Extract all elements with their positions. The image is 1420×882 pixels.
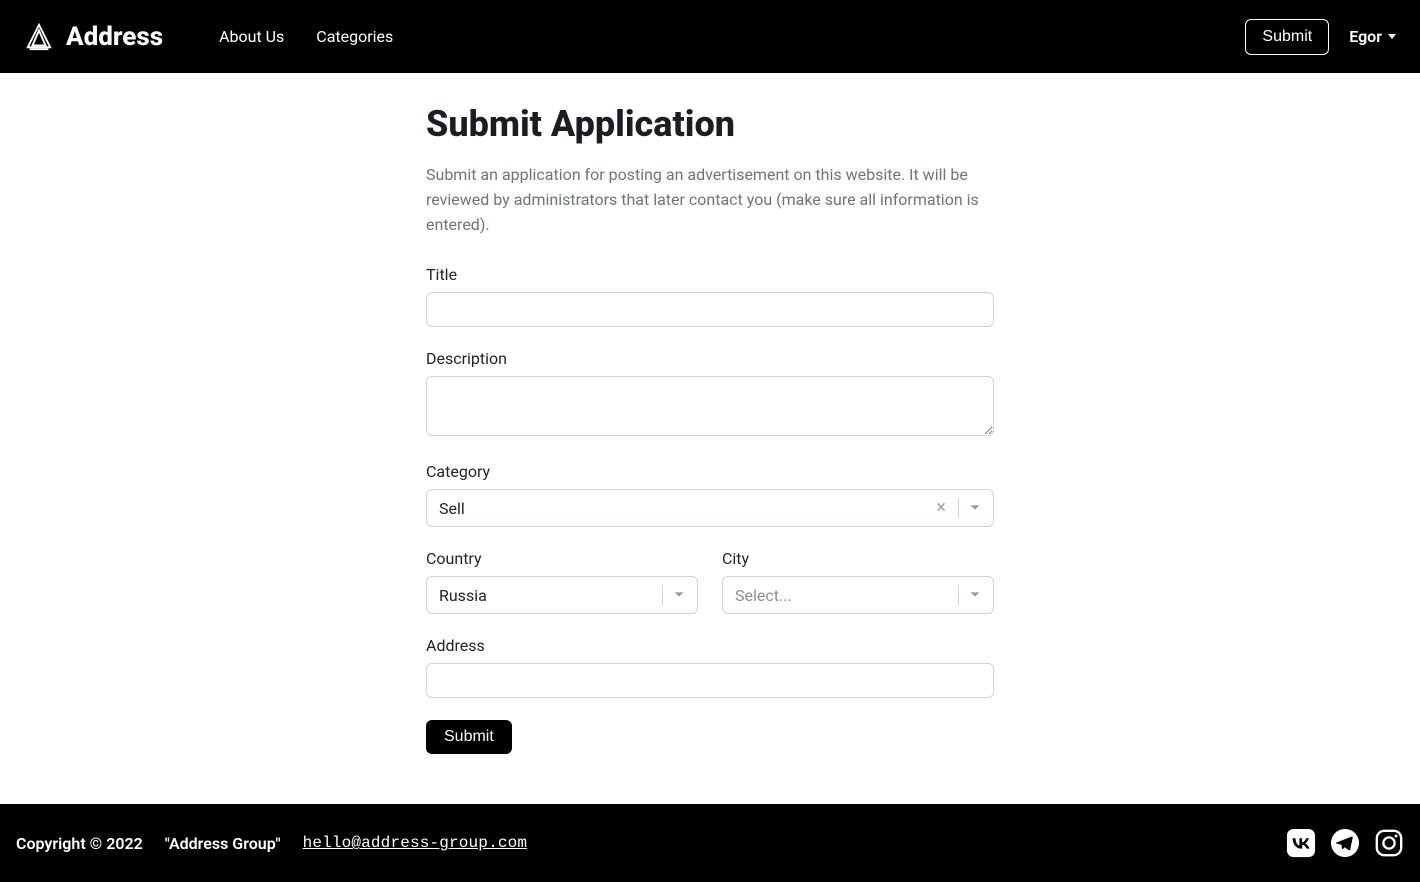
- footer-group: "Address Group": [165, 834, 281, 853]
- form-container: Submit Application Submit an application…: [426, 103, 994, 754]
- navbar: Address About Us Categories Submit Egor: [0, 0, 1420, 73]
- city-label: City: [722, 549, 994, 568]
- nav-submit-button[interactable]: Submit: [1245, 19, 1329, 55]
- title-label: Title: [426, 265, 994, 284]
- chevron-down-icon: [965, 498, 985, 518]
- field-category: Category Sell ×: [426, 462, 994, 527]
- address-label: Address: [426, 636, 994, 655]
- navbar-right: Submit Egor: [1245, 19, 1396, 55]
- submit-button[interactable]: Submit: [426, 720, 512, 754]
- select-divider: [958, 585, 959, 605]
- chevron-down-icon: [965, 585, 985, 605]
- main-content: Submit Application Submit an application…: [0, 73, 1420, 804]
- user-menu[interactable]: Egor: [1349, 27, 1396, 46]
- clear-icon[interactable]: ×: [930, 499, 952, 517]
- field-title: Title: [426, 265, 994, 327]
- field-country: Country Russia: [426, 549, 698, 614]
- field-description: Description: [426, 349, 994, 440]
- logo-icon: [24, 22, 54, 52]
- country-select[interactable]: Russia: [426, 576, 698, 614]
- nav-about[interactable]: About Us: [219, 27, 284, 46]
- page-title: Submit Application: [426, 103, 994, 145]
- country-label: Country: [426, 549, 698, 568]
- city-select[interactable]: Select...: [722, 576, 994, 614]
- footer-copyright: Copyright © 2022: [16, 834, 143, 853]
- field-city: City Select...: [722, 549, 994, 614]
- user-name: Egor: [1349, 27, 1382, 46]
- page-description: Submit an application for posting an adv…: [426, 163, 994, 237]
- brand-link[interactable]: Address: [24, 22, 163, 52]
- select-divider: [662, 585, 663, 605]
- select-divider: [958, 498, 959, 518]
- category-label: Category: [426, 462, 994, 481]
- chevron-down-icon: [1388, 34, 1396, 39]
- main-nav: About Us Categories: [219, 27, 393, 46]
- footer-email-link[interactable]: hello@address-group.com: [303, 834, 528, 852]
- field-address: Address: [426, 636, 994, 698]
- title-input[interactable]: [426, 292, 994, 327]
- category-value: Sell: [439, 499, 930, 518]
- footer: Copyright © 2022 "Address Group" hello@a…: [0, 804, 1420, 882]
- description-input[interactable]: [426, 376, 994, 436]
- city-placeholder: Select...: [735, 586, 952, 605]
- country-value: Russia: [439, 586, 656, 605]
- brand-text: Address: [66, 22, 163, 52]
- address-input[interactable]: [426, 663, 994, 698]
- chevron-down-icon: [669, 585, 689, 605]
- category-select[interactable]: Sell ×: [426, 489, 994, 527]
- nav-categories[interactable]: Categories: [316, 27, 393, 46]
- description-label: Description: [426, 349, 994, 368]
- row-location: Country Russia City Select...: [426, 549, 994, 614]
